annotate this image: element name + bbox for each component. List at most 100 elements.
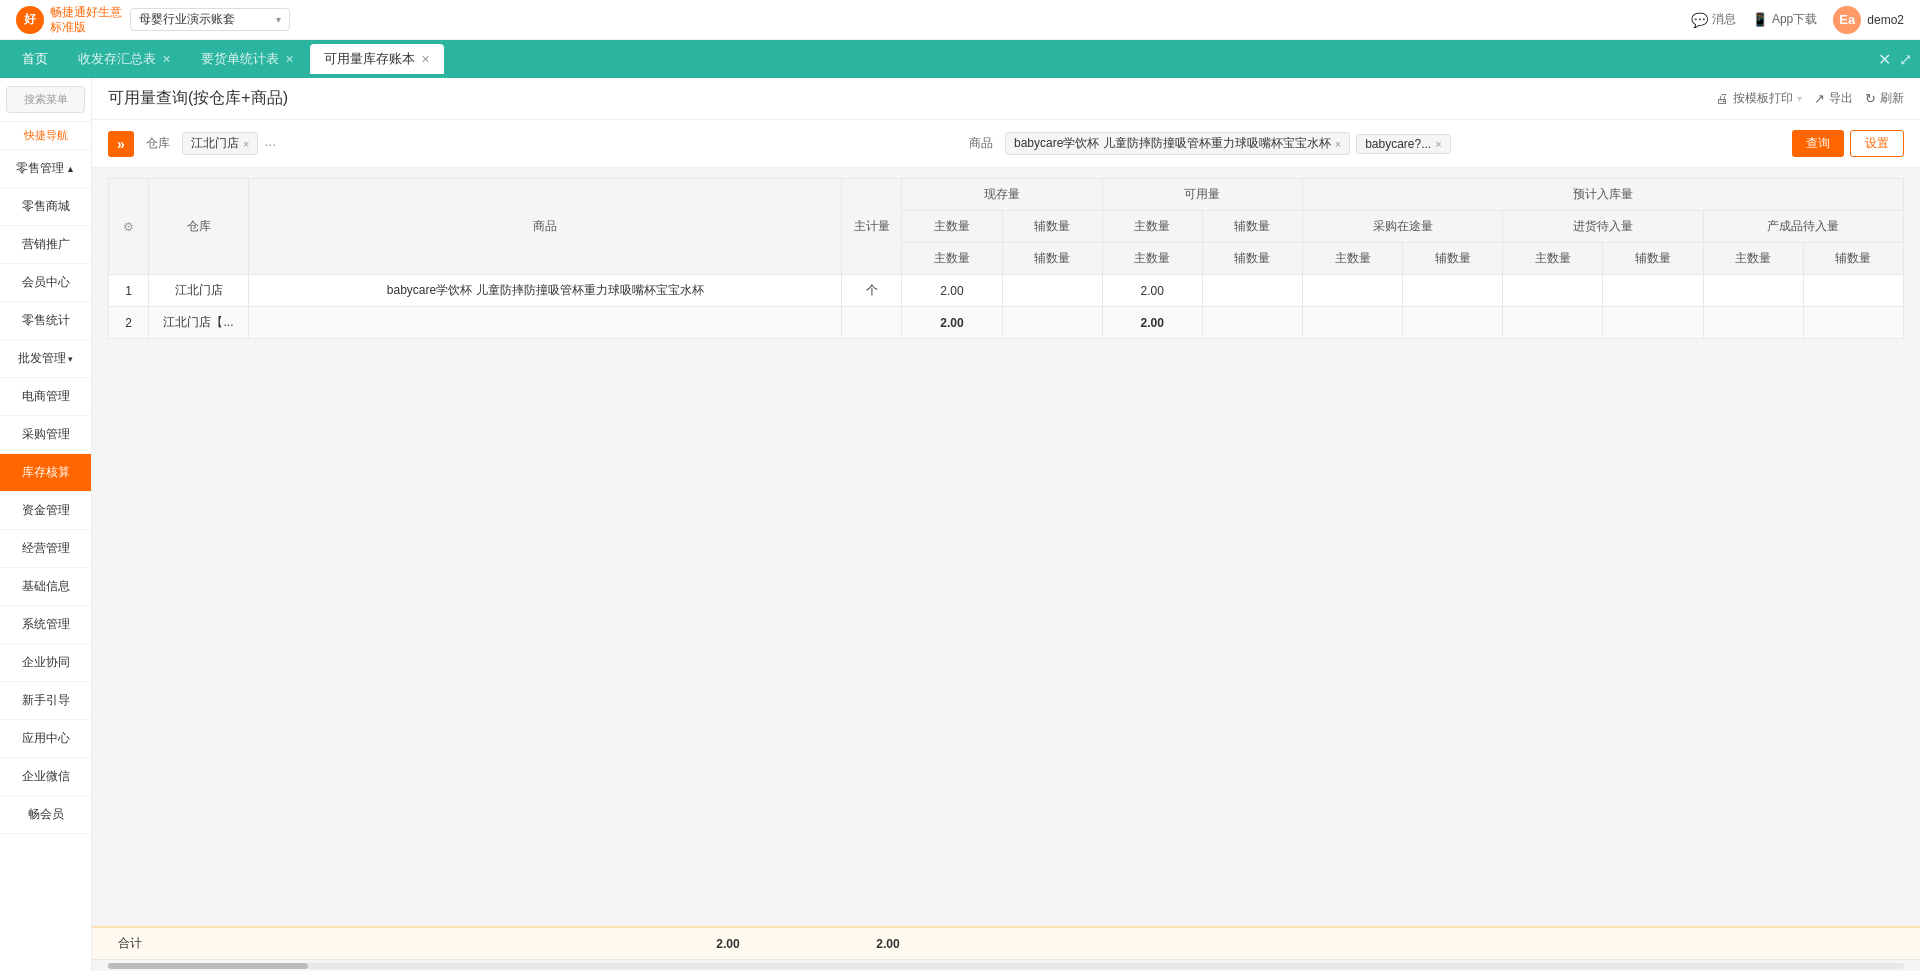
nav-right-icons: ✕ ⤢ <box>1878 50 1912 69</box>
total-avail-main: 2.00 <box>848 937 928 951</box>
subtotal-pt-main <box>1303 307 1403 339</box>
col-avail-main-qty: 主数量 <box>1102 243 1202 275</box>
sidebar-item-finance-mgmt[interactable]: 资金管理 <box>0 492 91 530</box>
tab-close-order-stat[interactable]: ✕ <box>285 53 294 66</box>
sidebar-item-wholesale-mgmt[interactable]: 批发管理 ▾ <box>0 340 91 378</box>
col-prod-aux-qty: 辅数量 <box>1803 243 1903 275</box>
col-forecast-header: 预计入库量 <box>1303 179 1904 211</box>
row-prod-main <box>1703 275 1803 307</box>
refresh-btn[interactable]: ↻ 刷新 <box>1865 90 1904 107</box>
sidebar-item-basic-info[interactable]: 基础信息 <box>0 568 91 606</box>
app-download-btn[interactable]: 📱 App下载 <box>1752 11 1817 28</box>
row-unit: 个 <box>842 275 902 307</box>
settings-icon[interactable]: ⚙ <box>123 220 134 234</box>
subtotal-inv-main: 2.00 <box>902 307 1002 339</box>
tab-close-receivable[interactable]: ✕ <box>162 53 171 66</box>
product-tag-1-close[interactable]: × <box>1335 138 1341 150</box>
row-inv-aux <box>1002 275 1102 307</box>
nav-close-icon[interactable]: ✕ <box>1878 50 1891 69</box>
sidebar-item-inventory-check[interactable]: 库存核算 <box>0 454 91 492</box>
col-warehouse-header: 仓库 <box>149 179 249 275</box>
sidebar-item-member-center[interactable]: 会员中心 <box>0 264 91 302</box>
row-pt-main <box>1303 275 1403 307</box>
page-actions: 🖨 按模板打印 ▾ ↗ 导出 ↻ 刷新 <box>1716 90 1904 107</box>
col-pt-aux-qty: 辅数量 <box>1403 243 1503 275</box>
table-row: 1 江北门店 babycare学饮杯 儿童防摔防撞吸管杯重力球吸嘴杯宝宝水杯 个… <box>109 275 1904 307</box>
filter-expand-btn[interactable]: » <box>108 131 134 157</box>
tab-available-inventory[interactable]: 可用量库存账本 ✕ <box>310 44 444 74</box>
col-available-header: 可用量 <box>1102 179 1302 211</box>
sidebar-item-new-guide[interactable]: 新手引导 <box>0 682 91 720</box>
settings-button[interactable]: 设置 <box>1850 130 1904 157</box>
search-menu-btn[interactable]: 搜索菜单 <box>6 86 85 113</box>
top-bar-right: 💬 消息 📱 App下载 Ea demo2 <box>1691 6 1904 34</box>
product-tag-2: babycare?... × <box>1356 134 1450 154</box>
sidebar-item-enterprise-collab[interactable]: 企业协同 <box>0 644 91 682</box>
warehouse-tag-close[interactable]: × <box>243 138 249 150</box>
subtotal-pi-aux <box>1603 307 1703 339</box>
user-area[interactable]: Ea demo2 <box>1833 6 1904 34</box>
col-inventory-header: 现存量 <box>902 179 1102 211</box>
sidebar-item-system-mgmt[interactable]: 系统管理 <box>0 606 91 644</box>
col-inventory-main-header: 主数量 <box>902 211 1002 243</box>
message-btn[interactable]: 💬 消息 <box>1691 11 1736 28</box>
sidebar-item-retail-mall[interactable]: 零售商城 <box>0 188 91 226</box>
content-area: 可用量查询(按仓库+商品) 🖨 按模板打印 ▾ ↗ 导出 ↻ 刷新 <box>92 78 1920 971</box>
col-available-aux-header: 辅数量 <box>1202 211 1302 243</box>
print-btn[interactable]: 🖨 按模板打印 ▾ <box>1716 90 1802 107</box>
warehouse-tag-area: 江北门店 × ··· <box>182 132 957 155</box>
col-unit-header: 主计量 <box>842 179 902 275</box>
sidebar-item-retail-stats[interactable]: 零售统计 <box>0 302 91 340</box>
app-icon: 📱 <box>1752 12 1768 27</box>
sidebar-item-app-center[interactable]: 应用中心 <box>0 720 91 758</box>
product-filter-label: 商品 <box>969 135 993 152</box>
filter-actions: 查询 设置 <box>1792 130 1904 157</box>
chevron-up-icon: ▲ <box>66 164 75 174</box>
message-icon: 💬 <box>1691 12 1708 28</box>
row-avail-main: 2.00 <box>1102 275 1202 307</box>
username-label: demo2 <box>1867 13 1904 27</box>
product-tag-1: babycare学饮杯 儿童防摔防撞吸管杯重力球吸嘴杯宝宝水杯 × <box>1005 132 1350 155</box>
row-num: 1 <box>109 275 149 307</box>
subtotal-prod-aux <box>1803 307 1903 339</box>
sidebar-item-marketing[interactable]: 营销推广 <box>0 226 91 264</box>
warehouse-filter-label: 仓库 <box>146 135 170 152</box>
col-inv-main-qty: 主数量 <box>902 243 1002 275</box>
logo-icon: 好 <box>16 6 44 34</box>
scroll-thumb[interactable] <box>108 963 308 969</box>
tab-close-available-inventory[interactable]: ✕ <box>421 53 430 66</box>
sidebar-item-vip-member[interactable]: 畅会员 <box>0 796 91 834</box>
row-inv-main: 2.00 <box>902 275 1002 307</box>
table-wrapper: ⚙ 仓库 商品 主计量 现存量 可用量 预计入库量 主数量 辅数量 主数量 辅数… <box>92 168 1920 926</box>
avatar: Ea <box>1833 6 1861 34</box>
horizontal-scrollbar[interactable] <box>92 959 1920 971</box>
filter-more-icon[interactable]: ··· <box>264 136 276 152</box>
filter-bar: » 仓库 江北门店 × ··· 商品 babycare学饮杯 儿童防摔防撞吸管杯… <box>92 120 1920 168</box>
query-button[interactable]: 查询 <box>1792 130 1844 157</box>
subtotal-prod-main <box>1703 307 1803 339</box>
subtotal-unit <box>842 307 902 339</box>
data-table: ⚙ 仓库 商品 主计量 现存量 可用量 预计入库量 主数量 辅数量 主数量 辅数… <box>108 178 1904 339</box>
sidebar-item-ecommerce-mgmt[interactable]: 电商管理 <box>0 378 91 416</box>
product-tag-2-close[interactable]: × <box>1435 138 1441 150</box>
tab-order-stat[interactable]: 要货单统计表 ✕ <box>187 44 308 74</box>
tab-receivable[interactable]: 收发存汇总表 ✕ <box>64 44 185 74</box>
sidebar-item-enterprise-wechat[interactable]: 企业微信 <box>0 758 91 796</box>
total-inv-main: 2.00 <box>688 937 768 951</box>
top-bar-left: 好 畅捷通好生意 标准版 母婴行业演示账套 ▾ <box>16 5 290 34</box>
row-pi-main <box>1503 275 1603 307</box>
tab-home[interactable]: 首页 <box>8 44 62 74</box>
org-selector[interactable]: 母婴行业演示账套 ▾ <box>130 8 290 31</box>
export-btn[interactable]: ↗ 导出 <box>1814 90 1853 107</box>
main-layout: 搜索菜单 快捷导航 零售管理 ▲ 零售商城 营销推广 会员中心 零售统计 批发管… <box>0 78 1920 971</box>
sidebar-item-operations-mgmt[interactable]: 经营管理 <box>0 530 91 568</box>
product-tag-area: babycare学饮杯 儿童防摔防撞吸管杯重力球吸嘴杯宝宝水杯 × babyca… <box>1005 132 1780 155</box>
sidebar-item-retail-mgmt[interactable]: 零售管理 ▲ <box>0 150 91 188</box>
scroll-track <box>108 963 1904 969</box>
quick-nav-btn[interactable]: 快捷导航 <box>0 122 91 150</box>
row-avail-aux <box>1202 275 1302 307</box>
sidebar-item-purchase-mgmt[interactable]: 采购管理 <box>0 416 91 454</box>
nav-expand-icon[interactable]: ⤢ <box>1899 50 1912 69</box>
expand-icon: » <box>117 136 125 152</box>
sidebar-search-area: 搜索菜单 <box>0 78 91 122</box>
